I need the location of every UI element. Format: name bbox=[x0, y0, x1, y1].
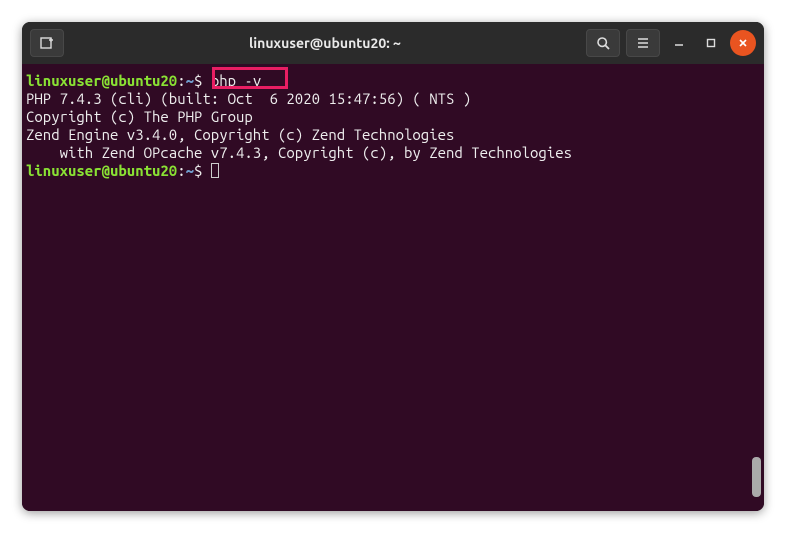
prompt-user: linuxuser@ubuntu20 bbox=[26, 162, 177, 179]
maximize-button[interactable] bbox=[698, 30, 724, 56]
scrollbar-thumb[interactable] bbox=[752, 457, 761, 497]
prompt-user: linuxuser@ubuntu20 bbox=[26, 72, 177, 89]
entered-command: php -v bbox=[202, 72, 269, 89]
menu-button[interactable] bbox=[626, 29, 660, 57]
search-icon bbox=[596, 36, 611, 51]
prompt-line-1: linuxuser@ubuntu20:~$ php -v bbox=[26, 72, 760, 90]
cursor-gap bbox=[202, 162, 210, 179]
prompt-path: ~ bbox=[186, 162, 194, 179]
output-line: with Zend OPcache v7.4.3, Copyright (c),… bbox=[26, 144, 760, 162]
prompt-sep: : bbox=[177, 72, 185, 89]
search-button[interactable] bbox=[586, 29, 620, 57]
output-line: Copyright (c) The PHP Group bbox=[26, 108, 760, 126]
terminal-cursor bbox=[211, 163, 219, 178]
hamburger-icon bbox=[636, 36, 650, 50]
terminal-body[interactable]: linuxuser@ubuntu20:~$ php -v PHP 7.4.3 (… bbox=[22, 64, 764, 511]
new-tab-icon bbox=[39, 35, 55, 51]
titlebar-right bbox=[586, 29, 756, 57]
maximize-icon bbox=[706, 38, 716, 48]
close-icon bbox=[738, 38, 748, 48]
titlebar-left bbox=[30, 29, 64, 57]
prompt-path: ~ bbox=[186, 72, 194, 89]
close-button[interactable] bbox=[730, 30, 756, 56]
minimize-button[interactable] bbox=[666, 30, 692, 56]
output-line: Zend Engine v3.4.0, Copyright (c) Zend T… bbox=[26, 126, 760, 144]
output-line: PHP 7.4.3 (cli) (built: Oct 6 2020 15:47… bbox=[26, 90, 760, 108]
terminal-window: linuxuser@ubuntu20: ~ bbox=[22, 22, 764, 511]
prompt-sep: : bbox=[177, 162, 185, 179]
minimize-icon bbox=[674, 38, 684, 48]
titlebar: linuxuser@ubuntu20: ~ bbox=[22, 22, 764, 64]
window-title: linuxuser@ubuntu20: ~ bbox=[70, 35, 580, 51]
new-tab-button[interactable] bbox=[30, 29, 64, 57]
prompt-line-2: linuxuser@ubuntu20:~$ bbox=[26, 162, 760, 180]
